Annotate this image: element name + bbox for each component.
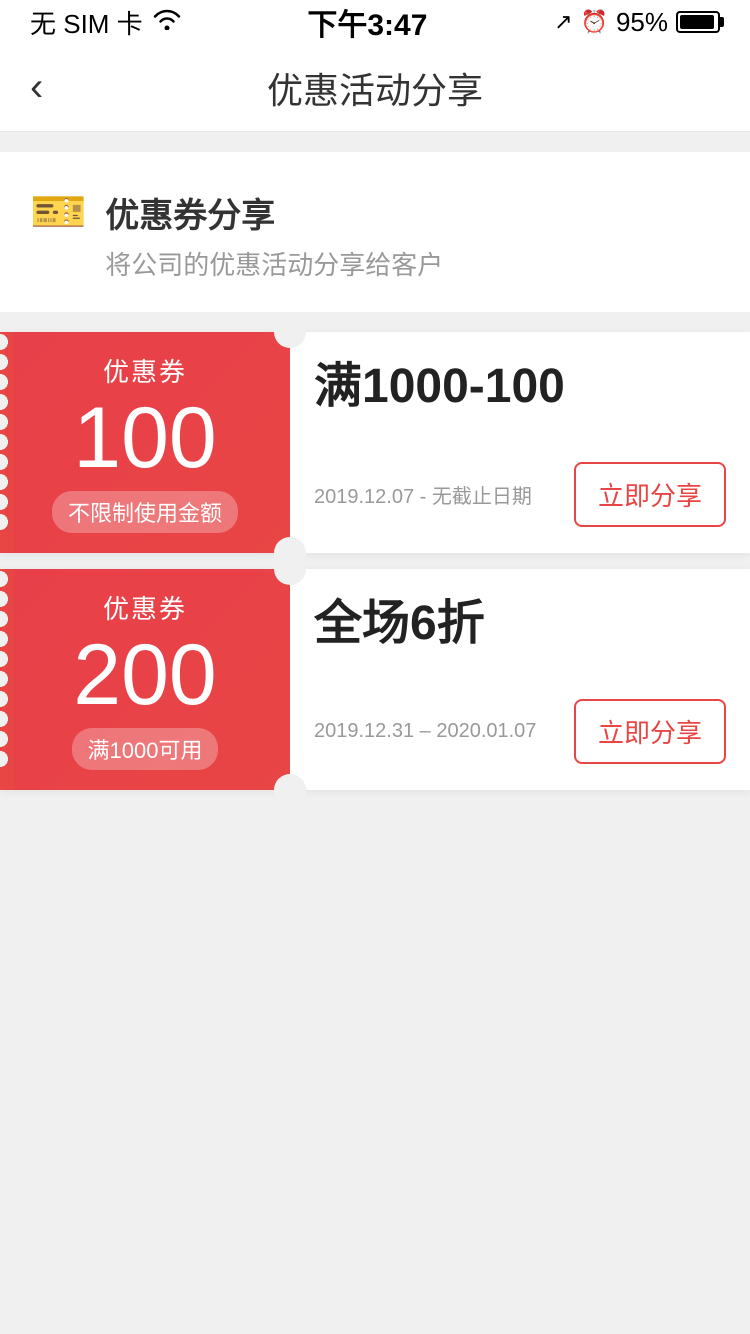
coupon-date-2: 2019.12.31 – 2020.01.07 <box>314 720 536 743</box>
nav-bar: ‹ 优惠活动分享 <box>0 44 750 132</box>
section-subtitle: 将公司的优惠活动分享给客户 <box>105 245 443 282</box>
notch-bottom-2 <box>274 774 306 806</box>
wifi-icon <box>153 8 181 36</box>
coupon-value-1: 100 <box>73 395 217 481</box>
coupon-ticket-2: 优惠券 200 满1000可用 全场6折 2019.12.31 – 2020.0… <box>0 569 750 790</box>
coupon-date-1: 2019.12.07 - 无截止日期 <box>314 480 532 509</box>
coupon-bottom-1: 2019.12.07 - 无截止日期 立即分享 <box>314 462 726 527</box>
coupon-condition-2: 满1000可用 <box>72 728 219 770</box>
coupon-bottom-2: 2019.12.31 – 2020.01.07 立即分享 <box>314 699 726 764</box>
notch-top-1 <box>274 316 306 348</box>
coupon-card-2: 优惠券 200 满1000可用 全场6折 2019.12.31 – 2020.0… <box>0 569 750 790</box>
coupon-white-right-2: 全场6折 2019.12.31 – 2020.01.07 立即分享 <box>290 569 750 790</box>
status-left: 无 SIM 卡 <box>30 4 181 41</box>
location-icon: ↗ <box>554 9 572 35</box>
coupon-condition-1: 不限制使用金额 <box>52 491 238 533</box>
page-title: 优惠活动分享 <box>267 62 483 114</box>
coupon-main-title-1: 满1000-100 <box>314 358 726 416</box>
coupons-container: 优惠券 100 不限制使用金额 满1000-100 2019.12.07 - 无… <box>0 312 750 810</box>
coupon-card-1: 优惠券 100 不限制使用金额 满1000-100 2019.12.07 - 无… <box>0 332 750 553</box>
battery-icon <box>676 11 720 33</box>
status-time: 下午3:47 <box>307 0 427 44</box>
notch-top-2 <box>274 553 306 585</box>
section-title: 优惠券分享 <box>105 188 443 237</box>
coupon-label-2: 优惠券 <box>103 589 187 626</box>
section-text: 优惠券分享 将公司的优惠活动分享给客户 <box>105 188 443 282</box>
coupon-value-2: 200 <box>73 632 217 718</box>
section-icon: 🎫 <box>30 188 87 234</box>
empty-area <box>0 810 750 1210</box>
battery-fill <box>680 15 714 29</box>
coupon-white-right-1: 满1000-100 2019.12.07 - 无截止日期 立即分享 <box>290 332 750 553</box>
back-button[interactable]: ‹ <box>30 65 43 110</box>
battery-percent: 95% <box>616 7 668 38</box>
coupon-share-button-2[interactable]: 立即分享 <box>574 699 726 764</box>
coupon-ticket-1: 优惠券 100 不限制使用金额 满1000-100 2019.12.07 - 无… <box>0 332 750 553</box>
status-right: ↗ ⏰ 95% <box>554 7 720 38</box>
coupon-red-left-2: 优惠券 200 满1000可用 <box>0 569 290 790</box>
coupon-red-left-1: 优惠券 100 不限制使用金额 <box>0 332 290 553</box>
alarm-icon: ⏰ <box>581 9 608 35</box>
coupon-share-button-1[interactable]: 立即分享 <box>574 462 726 527</box>
carrier-text: 无 SIM 卡 <box>30 4 143 41</box>
main-content: 🎫 优惠券分享 将公司的优惠活动分享给客户 优惠券 100 不限制使用金额 满1… <box>0 152 750 1210</box>
status-bar: 无 SIM 卡 下午3:47 ↗ ⏰ 95% <box>0 0 750 44</box>
coupon-main-title-2: 全场6折 <box>314 595 726 653</box>
coupon-label-1: 优惠券 <box>103 352 187 389</box>
section-header: 🎫 优惠券分享 将公司的优惠活动分享给客户 <box>0 152 750 312</box>
